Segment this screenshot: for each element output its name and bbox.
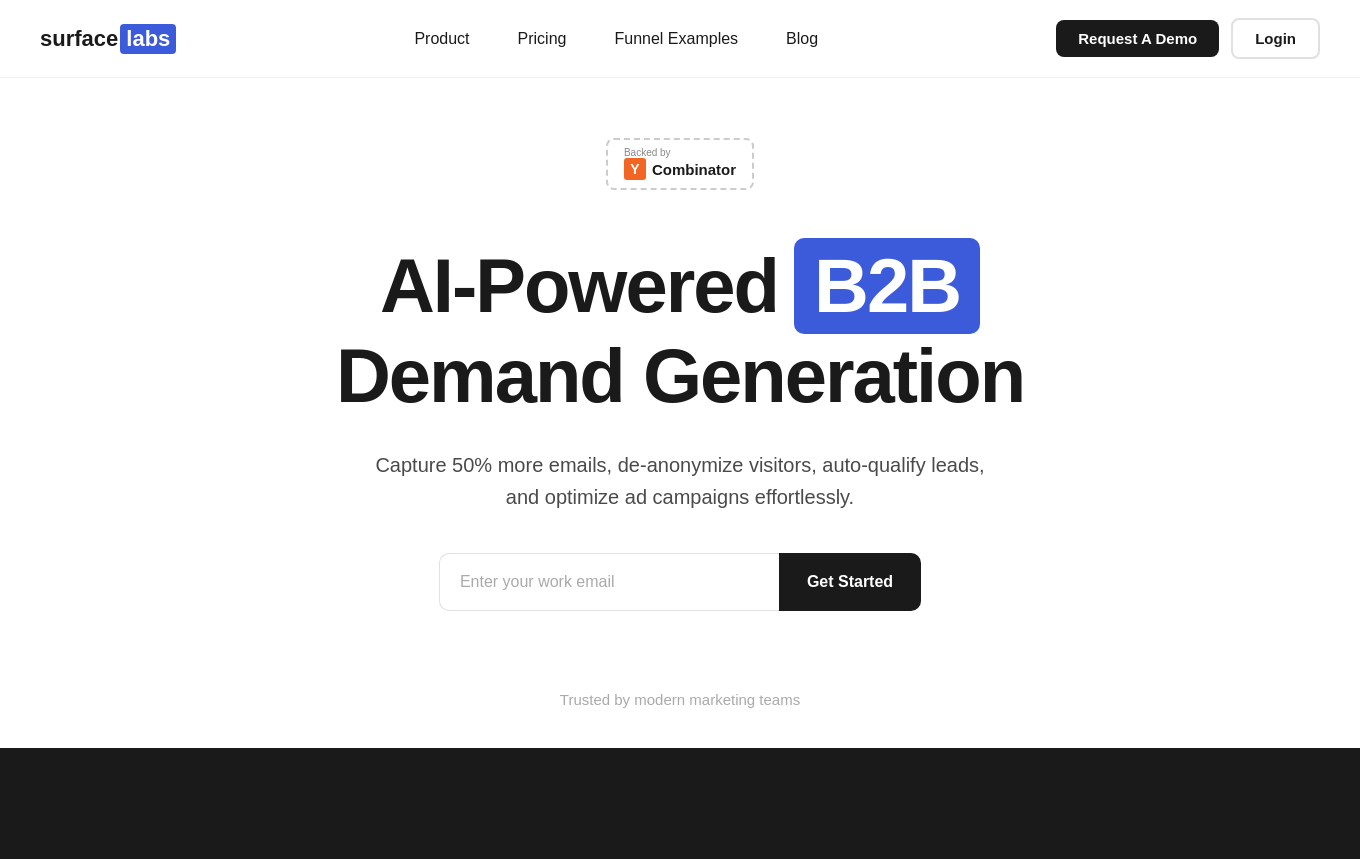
- nav-funnel-examples[interactable]: Funnel Examples: [594, 22, 758, 56]
- headline-ai-powered: AI-Powered: [380, 244, 778, 328]
- email-input[interactable]: [439, 553, 779, 611]
- navbar-left: surfacelabs: [40, 24, 176, 54]
- logo-labs-text: labs: [120, 24, 176, 54]
- trusted-text: Trusted by modern marketing teams: [560, 691, 800, 708]
- yc-y-letter: Y: [630, 161, 639, 177]
- yc-square-icon: Y: [624, 158, 646, 180]
- request-demo-button[interactable]: Request A Demo: [1056, 20, 1219, 57]
- headline-line1: AI-Powered B2B: [336, 238, 1024, 334]
- headline-b2b-badge: B2B: [794, 238, 980, 334]
- yc-badge: Backed by Y Combinator: [606, 138, 754, 190]
- nav-pricing[interactable]: Pricing: [498, 22, 587, 56]
- subheadline: Capture 50% more emails, de-anonymize vi…: [360, 449, 1000, 513]
- get-started-button[interactable]: Get Started: [779, 553, 921, 611]
- email-form: Get Started: [439, 553, 921, 611]
- logo-surface-text: surface: [40, 26, 118, 52]
- navbar: surfacelabs Product Pricing Funnel Examp…: [0, 0, 1360, 78]
- navbar-right: Request A Demo Login: [1056, 18, 1320, 59]
- backed-by-text: Backed by: [624, 148, 671, 158]
- logo[interactable]: surfacelabs: [40, 24, 176, 54]
- nav-blog[interactable]: Blog: [766, 22, 838, 56]
- headline-demand-generation: Demand Generation: [336, 334, 1024, 418]
- yc-logo-container: Y Combinator: [624, 158, 736, 180]
- navbar-center: Product Pricing Funnel Examples Blog: [394, 22, 838, 56]
- login-button[interactable]: Login: [1231, 18, 1320, 59]
- combinator-text: Combinator: [652, 161, 736, 178]
- yc-badge-wrapper: Backed by Y Combinator: [624, 148, 736, 180]
- bottom-band: [0, 748, 1360, 859]
- headline: AI-Powered B2B Demand Generation: [336, 238, 1024, 417]
- nav-product[interactable]: Product: [394, 22, 489, 56]
- hero-section: Backed by Y Combinator AI-Powered B2B De…: [0, 78, 1360, 748]
